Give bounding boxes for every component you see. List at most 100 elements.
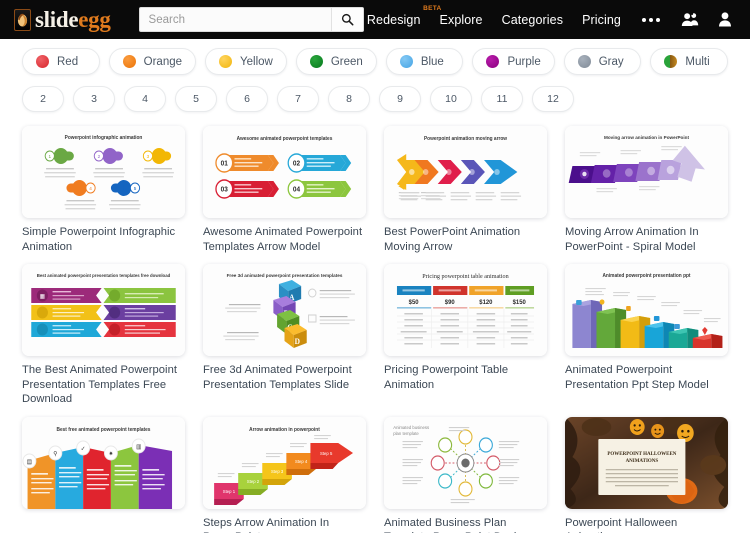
template-thumbnail[interactable]: Awesome animated powerpoint templates 01… — [203, 126, 366, 218]
page-button-2[interactable]: 2 — [22, 86, 64, 112]
template-card[interactable]: Free 3d animated powerpoint presentation… — [203, 264, 366, 407]
filter-chip-gray[interactable]: Gray — [563, 48, 642, 75]
color-swatch-blue — [399, 55, 413, 68]
svg-text:Best free animated powerpoint: Best free animated powerpoint templates — [57, 426, 151, 432]
template-card[interactable]: Best free animated powerpoint templates — [22, 416, 185, 533]
svg-text:Step 2: Step 2 — [247, 478, 260, 483]
page-button-7[interactable]: 7 — [277, 86, 319, 112]
svg-text:Pricing powerpoint table anima: Pricing powerpoint table animation — [422, 273, 509, 280]
page-button-9[interactable]: 9 — [379, 86, 421, 112]
template-card[interactable]: Best animated powerpoint presentation te… — [22, 264, 185, 407]
template-thumbnail[interactable]: Pricing powerpoint table animation $50 $… — [384, 264, 547, 356]
filter-label-red: Red — [57, 55, 79, 68]
svg-text:2: 2 — [98, 154, 101, 160]
filter-chip-green[interactable]: Green — [295, 48, 377, 75]
page-button-11[interactable]: 11 — [481, 86, 523, 112]
nav-item-pricing[interactable]: Pricing — [582, 13, 621, 27]
filter-chip-purple[interactable]: Purple — [472, 48, 555, 75]
color-swatch-red — [36, 55, 49, 68]
template-caption: Powerpoint Halloween Animations — [565, 516, 678, 533]
page-button-12[interactable]: 12 — [532, 86, 574, 112]
svg-text:Arrow animation in powerpoint: Arrow animation in powerpoint — [249, 426, 320, 432]
people-group-icon[interactable] — [681, 12, 699, 27]
ellipsis-icon[interactable] — [640, 17, 662, 22]
template-card[interactable]: Powerpoint infographic animation 1 2 3 4… — [22, 126, 185, 254]
filter-chip-red[interactable]: Red — [22, 48, 100, 75]
template-thumbnail[interactable]: Animated business plan template — [384, 416, 547, 509]
color-swatch-multi — [664, 55, 678, 68]
svg-text:✓: ✓ — [81, 446, 86, 452]
svg-text:Free 3d animated powerpoint pr: Free 3d animated powerpoint presentation… — [227, 273, 343, 279]
template-caption: Free 3d Animated Powerpoint Presentation… — [203, 364, 352, 391]
page-button-6[interactable]: 6 — [226, 86, 268, 112]
template-caption: Moving Arrow Animation In PowerPoint - S… — [565, 226, 699, 253]
color-swatch-gray — [577, 55, 591, 68]
template-card[interactable]: Moving arrow animation in PowerPoint Mov… — [565, 126, 728, 254]
color-swatch-orange — [122, 55, 136, 68]
template-thumbnail[interactable]: Free 3d animated powerpoint presentation… — [203, 264, 366, 356]
filter-label-multi: Multi — [685, 55, 710, 68]
template-thumbnail[interactable]: Animated powerpoint presentation ppt — [565, 264, 728, 356]
search-box[interactable] — [138, 7, 364, 32]
search-icon[interactable] — [330, 8, 363, 31]
page-button-4[interactable]: 4 — [124, 86, 166, 112]
page-button-5[interactable]: 5 — [175, 86, 217, 112]
filter-label-purple: Purple — [507, 55, 541, 68]
nav-item-redesign[interactable]: Redesign BETA — [367, 5, 441, 27]
svg-text:$50: $50 — [409, 299, 419, 306]
template-grid: Powerpoint infographic animation 1 2 3 4… — [0, 112, 750, 533]
logo-text-slide: slide — [35, 7, 79, 32]
page-button-8[interactable]: 8 — [328, 86, 370, 112]
site-logo[interactable]: slideegg — [14, 8, 111, 31]
svg-text:plan template: plan template — [393, 430, 419, 435]
logo-wordmark: slideegg — [35, 8, 111, 31]
template-card[interactable]: Arrow animation in powerpoint Step 1 Ste… — [203, 416, 366, 533]
template-thumbnail[interactable]: Best free animated powerpoint templates — [22, 416, 185, 509]
logo-text-egg: egg — [78, 7, 111, 32]
template-card[interactable]: Pricing powerpoint table animation $50 $… — [384, 264, 547, 407]
svg-text:Awesome animated powerpoint te: Awesome animated powerpoint templates — [237, 136, 333, 142]
template-caption: Animated Powerpoint Presentation Ppt Ste… — [565, 364, 709, 391]
filter-chip-multi[interactable]: Multi — [650, 48, 729, 75]
filter-label-blue: Blue — [420, 55, 444, 68]
svg-text:D: D — [295, 337, 301, 346]
user-account-icon[interactable] — [718, 12, 732, 27]
template-card[interactable]: Animated powerpoint presentation ppt Ani… — [565, 264, 728, 407]
svg-text:4: 4 — [89, 186, 92, 192]
svg-text:$150: $150 — [513, 299, 527, 306]
template-thumbnail[interactable]: Best animated powerpoint presentation te… — [22, 264, 185, 356]
color-swatch-purple — [486, 55, 500, 68]
main-nav: Redesign BETA Explore Categories Pricing — [367, 5, 736, 27]
search-input[interactable] — [139, 8, 331, 31]
egg-logo-icon — [14, 8, 31, 31]
nav-item-categories[interactable]: Categories — [502, 13, 563, 27]
svg-text:Step 4: Step 4 — [295, 458, 308, 463]
template-thumbnail[interactable]: POWERPOINT HALLOWEEN ANIMATIONS — [565, 416, 728, 509]
svg-text:Animated powerpoint presentati: Animated powerpoint presentation ppt — [602, 273, 690, 279]
template-card[interactable]: Animated business plan template Animated… — [384, 416, 547, 533]
template-card[interactable]: Awesome animated powerpoint templates 01… — [203, 126, 366, 254]
template-caption: Animated Business Plan Template PowerPoi… — [384, 516, 529, 533]
svg-text:$90: $90 — [445, 299, 455, 306]
svg-text:▤: ▤ — [27, 459, 33, 465]
svg-text:04: 04 — [293, 186, 300, 193]
svg-text:Step 1: Step 1 — [223, 488, 236, 493]
template-caption: Steps Arrow Animation In PowerPoint — [203, 516, 330, 533]
template-card[interactable]: POWERPOINT HALLOWEEN ANIMATIONS Powerpoi… — [565, 416, 728, 533]
filter-chip-orange[interactable]: Orange — [108, 48, 197, 75]
svg-text:▦: ▦ — [40, 294, 46, 300]
template-thumbnail[interactable]: Powerpoint animation moving arrow — [384, 126, 547, 218]
filter-chip-blue[interactable]: Blue — [385, 48, 464, 75]
page-button-10[interactable]: 10 — [430, 86, 472, 112]
svg-text:Best animated powerpoint prese: Best animated powerpoint presentation te… — [37, 273, 171, 278]
svg-text:1: 1 — [49, 154, 52, 160]
template-card[interactable]: Powerpoint animation moving arrow Best P… — [384, 126, 547, 254]
template-thumbnail[interactable]: Arrow animation in powerpoint Step 1 Ste… — [203, 416, 366, 509]
svg-text:5: 5 — [134, 186, 137, 192]
svg-text:03: 03 — [221, 186, 228, 193]
template-thumbnail[interactable]: Moving arrow animation in PowerPoint — [565, 126, 728, 218]
nav-item-explore[interactable]: Explore — [440, 13, 483, 27]
template-thumbnail[interactable]: Powerpoint infographic animation 1 2 3 4… — [22, 126, 185, 218]
page-button-3[interactable]: 3 — [73, 86, 115, 112]
filter-chip-yellow[interactable]: Yellow — [205, 48, 287, 75]
